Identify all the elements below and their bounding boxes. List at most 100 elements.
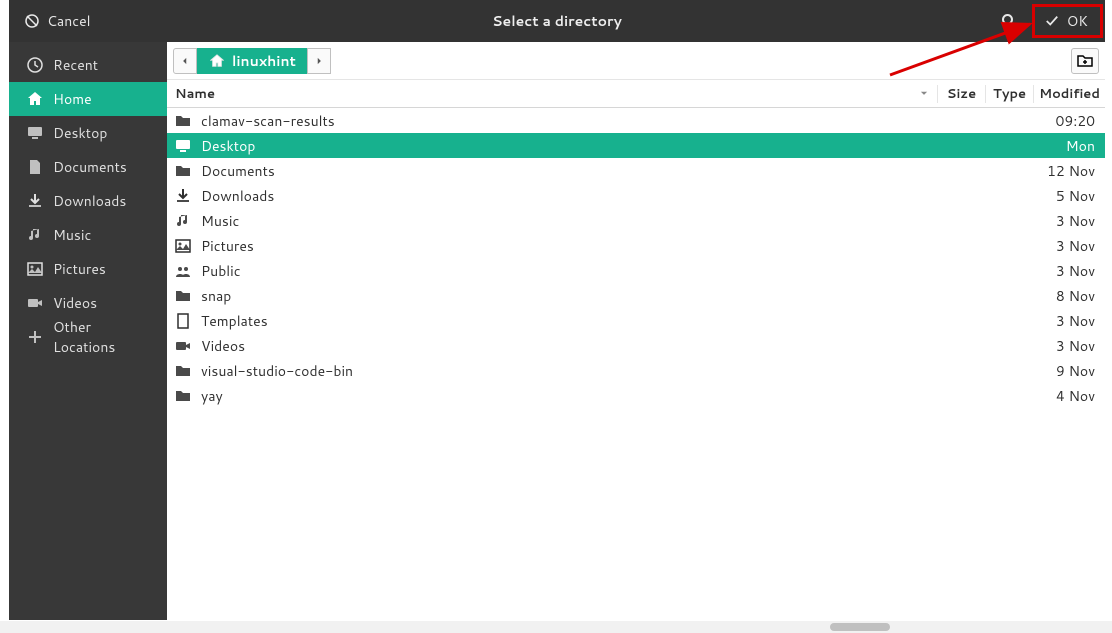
sidebar-item-label: Downloads <box>53 191 126 211</box>
sidebar-item-music[interactable]: Music <box>9 218 167 252</box>
folder-icon <box>175 113 191 129</box>
sidebar-item-label: Desktop <box>53 123 107 143</box>
file-row[interactable]: Videos3 Nov <box>167 333 1105 358</box>
desktop-icon <box>175 138 191 154</box>
sidebar-item-label: Videos <box>53 293 97 313</box>
header-type[interactable]: Type <box>985 85 1033 103</box>
file-modified: 3 Nov <box>1033 336 1105 356</box>
cancel-button[interactable]: Cancel <box>17 7 97 35</box>
file-name: Documents <box>201 161 275 181</box>
sidebar-item-label: Music <box>53 225 91 245</box>
file-name: clamav-scan-results <box>201 111 335 131</box>
header-modified[interactable]: Modified <box>1033 85 1105 103</box>
ok-label: OK <box>1067 11 1088 31</box>
cancel-icon <box>23 12 41 30</box>
clock-icon <box>27 57 43 73</box>
sidebar-item-label: Home <box>53 89 92 109</box>
file-name: Pictures <box>201 236 254 256</box>
sort-indicator-icon <box>919 85 937 103</box>
file-row[interactable]: Downloads 5 Nov <box>167 183 1105 208</box>
file-modified: 5 Nov <box>1033 186 1105 206</box>
sidebar-item-documents[interactable]: Documents <box>9 150 167 184</box>
file-modified: 4 Nov <box>1033 386 1105 406</box>
search-button[interactable] <box>994 8 1024 34</box>
sidebar-item-pictures[interactable]: Pictures <box>9 252 167 286</box>
sidebar-item-home[interactable]: Home <box>9 82 167 116</box>
file-name: Music <box>201 211 239 231</box>
dialog-title: Select a directory <box>237 11 877 31</box>
file-modified: 3 Nov <box>1033 211 1105 231</box>
file-row[interactable]: Desktop Mon <box>167 133 1105 158</box>
folder-icon <box>175 163 191 179</box>
file-modified: 12 Nov <box>1033 161 1105 181</box>
ok-button[interactable]: OK <box>1032 4 1103 38</box>
folder-icon <box>175 388 191 404</box>
file-name: Templates <box>201 311 268 331</box>
plus-icon <box>27 329 43 345</box>
music-icon <box>175 213 191 229</box>
path-back-button[interactable] <box>173 48 197 74</box>
path-current-label: linuxhint <box>232 51 296 71</box>
file-chooser-window: Cancel Select a directory OK Recent Home D… <box>9 0 1105 620</box>
file-modified: 3 Nov <box>1033 261 1105 281</box>
file-modified: 9 Nov <box>1033 361 1105 381</box>
file-row[interactable]: visual-studio-code-bin 9 Nov <box>167 358 1105 383</box>
file-name: visual-studio-code-bin <box>201 361 353 381</box>
file-modified: 3 Nov <box>1033 236 1105 256</box>
file-name: Public <box>201 261 241 281</box>
header-size[interactable]: Size <box>937 85 985 103</box>
file-row[interactable]: Templates 3 Nov <box>167 308 1105 333</box>
file-row[interactable]: snap 8 Nov <box>167 283 1105 308</box>
search-icon <box>1000 12 1018 30</box>
check-icon <box>1043 12 1061 30</box>
cancel-label: Cancel <box>47 11 91 31</box>
sidebar-item-label: Recent <box>53 55 98 75</box>
sidebar-item-recent[interactable]: Recent <box>9 48 167 82</box>
file-browser-main: linuxhint Name Size Type Modified clamav… <box>167 42 1105 620</box>
sidebar-item-label: Other Locations <box>53 317 149 357</box>
music-icon <box>27 227 43 243</box>
column-headers: Name Size Type Modified <box>167 80 1105 108</box>
folder-icon <box>175 363 191 379</box>
file-modified: 8 Nov <box>1033 286 1105 306</box>
video-icon <box>27 295 43 311</box>
download-icon <box>175 188 191 204</box>
file-row[interactable]: Music 3 Nov <box>167 208 1105 233</box>
file-row[interactable]: Public 3 Nov <box>167 258 1105 283</box>
sidebar-item-downloads[interactable]: Downloads <box>9 184 167 218</box>
sidebar-item-desktop[interactable]: Desktop <box>9 116 167 150</box>
sidebar-item-other[interactable]: Other Locations <box>9 320 167 354</box>
horizontal-scrollbar[interactable] <box>0 621 1112 633</box>
file-modified: Mon <box>1033 136 1105 156</box>
file-row[interactable]: Documents 12 Nov <box>167 158 1105 183</box>
file-row[interactable]: Pictures 3 Nov <box>167 233 1105 258</box>
public-icon <box>175 263 191 279</box>
file-row[interactable]: yay 4 Nov <box>167 383 1105 408</box>
sidebar-item-videos[interactable]: Videos <box>9 286 167 320</box>
header-name[interactable]: Name <box>167 85 937 103</box>
file-name: Downloads <box>201 186 274 206</box>
file-list: clamav-scan-results09:20DesktopMonDocume… <box>167 108 1105 620</box>
picture-icon <box>27 261 43 277</box>
file-row[interactable]: clamav-scan-results 09:20 <box>167 108 1105 133</box>
document-icon <box>27 159 43 175</box>
file-modified: 09:20 <box>1033 111 1105 131</box>
path-current-dir[interactable]: linuxhint <box>197 48 307 74</box>
file-name: yay <box>201 386 223 406</box>
home-icon <box>27 91 43 107</box>
path-forward-button[interactable] <box>307 48 331 74</box>
template-icon <box>175 313 191 329</box>
new-folder-button[interactable] <box>1071 48 1099 74</box>
sidebar-item-label: Pictures <box>53 259 106 279</box>
places-sidebar: Recent Home Desktop Documents Downloads Music… <box>9 42 167 620</box>
path-bar: linuxhint <box>167 42 1105 80</box>
desktop-icon <box>27 125 43 141</box>
download-icon <box>27 193 43 209</box>
file-modified: 3 Nov <box>1033 311 1105 331</box>
file-name: Desktop <box>201 136 255 156</box>
folder-icon <box>175 288 191 304</box>
file-name: snap <box>201 286 231 306</box>
sidebar-item-label: Documents <box>53 157 127 177</box>
video-icon <box>175 338 191 354</box>
home-icon <box>208 52 226 70</box>
